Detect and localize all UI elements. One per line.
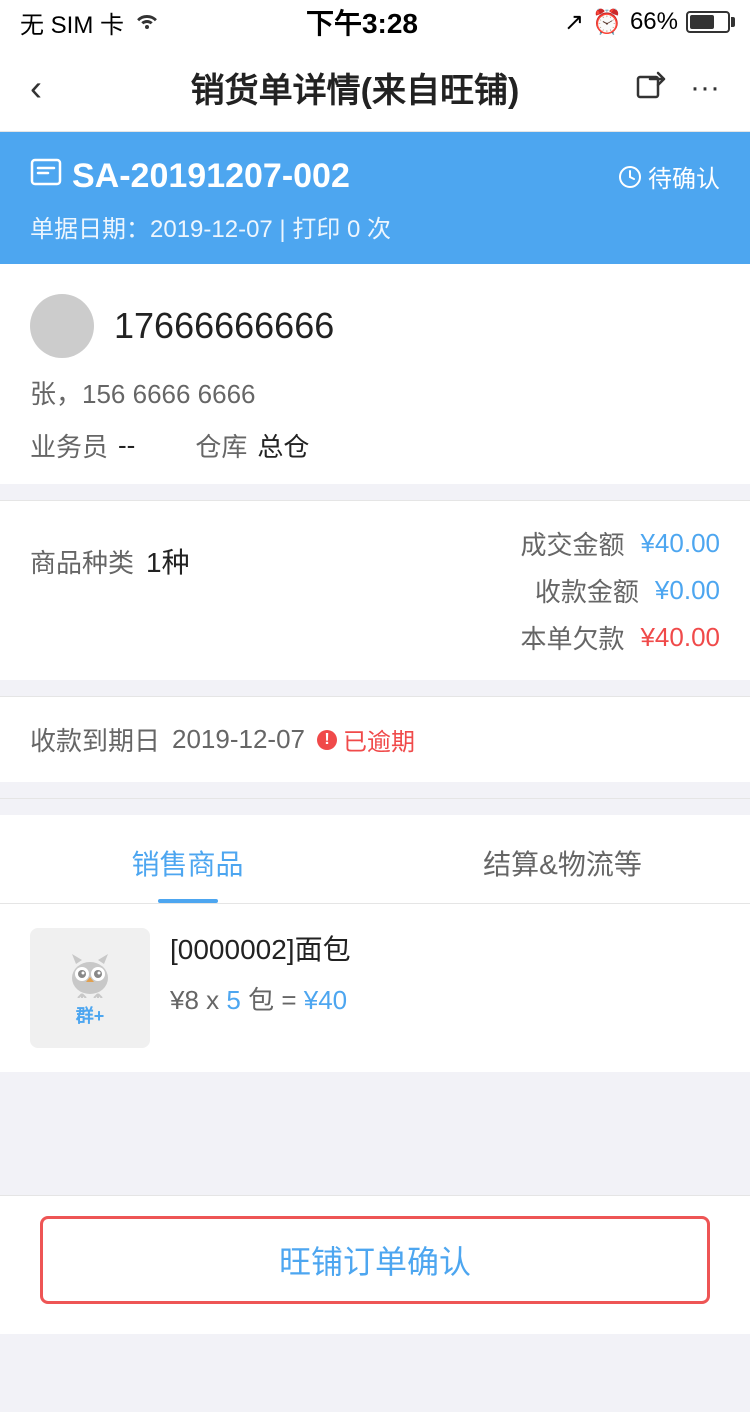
owed-amount-row: 本单欠款 ¥40.00 xyxy=(520,619,720,656)
product-types-label: 商品种类 xyxy=(30,543,134,580)
spacer-1 xyxy=(0,799,750,815)
status-left: 无 SIM 卡 xyxy=(20,5,160,40)
order-id: SA-20191207-002 xyxy=(30,156,350,197)
tab-sales-products[interactable]: 销售商品 xyxy=(0,815,375,903)
owed-amount-value: ¥40.00 xyxy=(640,622,720,653)
product-total: ¥40 xyxy=(304,985,347,1015)
product-code: [0000002] xyxy=(170,934,295,965)
customer-section: 17666666666 张，156 6666 6666 业务员 -- 仓库 总仓 xyxy=(0,264,750,484)
tabs-section: 销售商品 结算&物流等 xyxy=(0,815,750,904)
salesman-item: 业务员 -- xyxy=(30,427,135,464)
nav-bar: ‹ 销货单详情(来自旺铺) ··· xyxy=(0,44,750,132)
order-icon xyxy=(30,156,62,197)
product-types-value: 1种 xyxy=(146,541,190,581)
status-bar: 无 SIM 卡 下午3:28 ↗ ⏰ 66% xyxy=(0,0,750,44)
deal-amount-label: 成交金额 xyxy=(520,525,624,562)
order-status: 待确认 xyxy=(618,159,720,194)
overdue-badge: ! 已逾期 xyxy=(317,722,415,757)
product-info: [0000002]面包 ¥8 x 5 包 = ¥40 xyxy=(170,928,720,1017)
product-thumbnail: 群+ xyxy=(30,928,150,1048)
customer-phone: 17666666666 xyxy=(114,305,334,347)
order-date: 单据日期：2019-12-07 | 打印 0 次 xyxy=(30,209,720,244)
battery-percent: 66% xyxy=(630,8,678,36)
tabs-row: 销售商品 结算&物流等 xyxy=(0,815,750,904)
customer-meta: 业务员 -- 仓库 总仓 xyxy=(30,427,720,464)
more-icon[interactable]: ··· xyxy=(690,71,720,105)
salesman-label: 业务员 xyxy=(30,427,108,464)
tab-settlement-logistics[interactable]: 结算&物流等 xyxy=(375,815,750,903)
share-icon[interactable] xyxy=(636,67,670,109)
status-time: 下午3:28 xyxy=(306,2,418,42)
wangpu-confirm-button[interactable]: 旺铺订单确认 xyxy=(40,1216,710,1304)
summary-amounts: 成交金额 ¥40.00 收款金额 ¥0.00 本单欠款 ¥40.00 xyxy=(520,525,720,656)
avatar xyxy=(30,294,94,358)
salesman-value: -- xyxy=(118,430,135,461)
received-amount-label: 收款金额 xyxy=(535,572,639,609)
wifi-icon xyxy=(134,8,160,36)
customer-name: 张，156 6666 6666 xyxy=(30,374,720,411)
bottom-bar: 旺铺订单确认 xyxy=(0,1195,750,1334)
back-button[interactable]: ‹ xyxy=(30,67,90,109)
overdue-dot-icon: ! xyxy=(317,730,337,750)
deal-amount-value: ¥40.00 xyxy=(640,528,720,559)
order-header-top: SA-20191207-002 待确认 xyxy=(30,156,720,197)
warehouse-label: 仓库 xyxy=(195,427,247,464)
due-date-label: 收款到期日 xyxy=(30,721,160,758)
status-text: 待确认 xyxy=(648,159,720,194)
owed-amount-label: 本单欠款 xyxy=(520,619,624,656)
summary-row: 商品种类 1种 成交金额 ¥40.00 收款金额 ¥0.00 本单欠款 ¥40.… xyxy=(30,525,720,656)
carrier-text: 无 SIM 卡 xyxy=(20,5,124,40)
alarm-icon: ⏰ xyxy=(592,8,622,37)
nav-actions: ··· xyxy=(620,67,720,109)
received-amount-value: ¥0.00 xyxy=(655,575,720,606)
received-amount-row: 收款金额 ¥0.00 xyxy=(535,572,720,609)
product-qty: 5 xyxy=(226,985,240,1015)
product-logo-icon xyxy=(58,948,122,998)
product-types: 商品种类 1种 xyxy=(30,525,190,581)
brand-text: 群+ xyxy=(76,1002,105,1028)
product-price: ¥8 x 5 包 = ¥40 xyxy=(170,980,720,1017)
due-section: 收款到期日 2019-12-07 ! 已逾期 xyxy=(0,697,750,782)
warehouse-item: 仓库 总仓 xyxy=(195,427,309,464)
product-item: 群+ [0000002]面包 ¥8 x 5 包 = ¥40 xyxy=(30,928,720,1048)
page-title: 销货单详情(来自旺铺) xyxy=(90,63,620,112)
status-right: ↗ ⏰ 66% xyxy=(564,8,730,37)
location-icon: ↗ xyxy=(564,8,584,37)
product-section: 群+ [0000002]面包 ¥8 x 5 包 = ¥40 xyxy=(0,904,750,1072)
battery-icon xyxy=(686,11,730,33)
due-date-value: 2019-12-07 xyxy=(172,724,305,755)
order-header: SA-20191207-002 待确认 单据日期：2019-12-07 | 打印… xyxy=(0,132,750,264)
product-name: [0000002]面包 xyxy=(170,928,720,968)
deal-amount-row: 成交金额 ¥40.00 xyxy=(520,525,720,562)
overdue-text: 已逾期 xyxy=(343,722,415,757)
warehouse-value: 总仓 xyxy=(257,427,309,464)
customer-row: 17666666666 xyxy=(30,294,720,358)
summary-section: 商品种类 1种 成交金额 ¥40.00 收款金额 ¥0.00 本单欠款 ¥40.… xyxy=(0,501,750,680)
